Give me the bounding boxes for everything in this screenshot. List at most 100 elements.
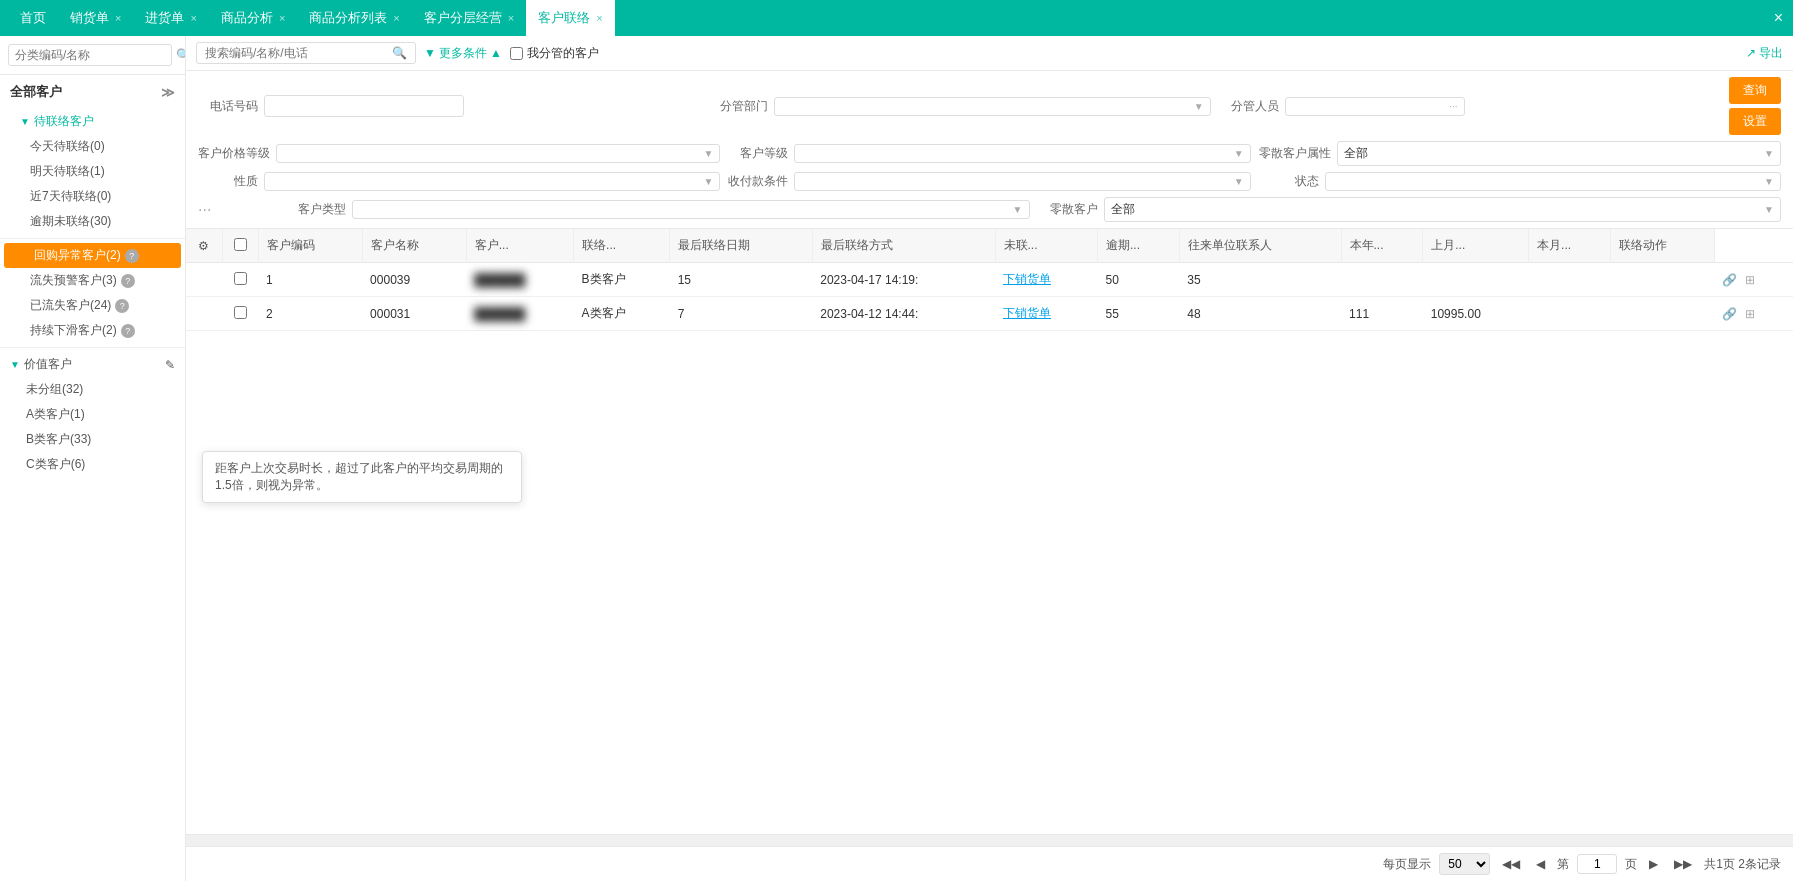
sidebar-already-lost[interactable]: 已流失客户(24) ? xyxy=(0,293,185,318)
nav-customer-layered-close[interactable]: × xyxy=(508,12,514,24)
person-select-arrow: ··· xyxy=(1449,101,1457,112)
row-checkbox-1[interactable] xyxy=(234,306,247,319)
nav-product-analysis[interactable]: 商品分析 × xyxy=(209,0,297,36)
filter-row-1: 电话号码 分管部门 ▼ 分管人员 ··· xyxy=(198,77,1781,135)
th-this-month: 本月... xyxy=(1529,229,1611,263)
th-settings[interactable]: ⚙ xyxy=(186,229,222,263)
filter-price-grade-select[interactable]: ▼ xyxy=(276,144,720,163)
sidebar-search-icon[interactable]: 🔍 xyxy=(176,48,186,62)
action-grid-icon-1[interactable]: ⊞ xyxy=(1745,307,1755,321)
filter-price-grade-label: 客户价格等级 xyxy=(198,145,270,162)
th-check xyxy=(222,229,258,263)
filter-customer-type-select[interactable]: ▼ xyxy=(352,200,1030,219)
row-uncontact-0: 50 xyxy=(1098,263,1180,297)
sidebar-tomorrow-pending[interactable]: 明天待联络(1) xyxy=(0,159,185,184)
nav-close-all-button[interactable]: × xyxy=(1774,9,1783,27)
more-dots-button[interactable]: ··· xyxy=(198,201,211,218)
per-page-select[interactable]: 50 20 100 xyxy=(1439,853,1490,875)
retail-attr-arrow: ▼ xyxy=(1764,148,1774,159)
row-last-contact-method-0[interactable]: 下销货单 xyxy=(995,263,1098,297)
sidebar-today-pending[interactable]: 今天待联络(0) xyxy=(0,134,185,159)
nav-sales[interactable]: 销货单 × xyxy=(58,0,133,36)
main-search-input[interactable] xyxy=(205,46,392,60)
nav-customer-contact-close[interactable]: × xyxy=(596,12,602,24)
nav-home[interactable]: 首页 xyxy=(8,0,58,36)
row-last-contact-date-0: 2023-04-17 14:19: xyxy=(812,263,995,297)
action-link-icon-1[interactable]: 🔗 xyxy=(1722,307,1737,321)
horizontal-scrollbar[interactable] xyxy=(186,834,1793,846)
filter-arrow-icon: ▲ xyxy=(490,46,502,60)
nav-purchase-close[interactable]: × xyxy=(190,12,196,24)
sidebar-c-class[interactable]: C类客户(6) xyxy=(0,452,185,477)
filter-price-grade: 客户价格等级 ▼ xyxy=(198,144,720,163)
sidebar-collapse-icon[interactable]: ≫ xyxy=(161,85,175,100)
filter-more-dots: ··· xyxy=(198,201,278,219)
sidebar-all-customers[interactable]: 全部客户 ≫ xyxy=(0,75,185,109)
filter-status-select[interactable]: ▼ xyxy=(1325,172,1781,191)
query-button[interactable]: 查询 xyxy=(1729,77,1781,104)
my-customer-checkbox[interactable] xyxy=(510,47,523,60)
filter-dept-select[interactable]: ▼ xyxy=(774,97,1210,116)
filter-retail-select[interactable]: 全部 ▼ xyxy=(1104,197,1782,222)
row-this-year-0 xyxy=(1423,263,1529,297)
export-button[interactable]: ↗ 导出 xyxy=(1746,45,1783,62)
sidebar-ungraded[interactable]: 未分组(32) xyxy=(0,377,185,402)
nav-customer-contact[interactable]: 客户联络 × xyxy=(526,0,614,36)
sidebar-7days-pending[interactable]: 近7天待联络(0) xyxy=(0,184,185,209)
nav-purchase[interactable]: 进货单 × xyxy=(133,0,208,36)
nav-product-analysis-close[interactable]: × xyxy=(279,12,285,24)
sidebar-divider-2 xyxy=(0,347,185,348)
sidebar-persistent-down[interactable]: 持续下滑客户(2) ? xyxy=(0,318,185,343)
row-type-0: B类客户 xyxy=(574,263,670,297)
filter-payment-label: 收付款条件 xyxy=(728,173,788,190)
my-customer-checkbox-label[interactable]: 我分管的客户 xyxy=(510,45,599,62)
filter-retail-attr: 零散客户属性 全部 ▼ xyxy=(1259,141,1781,166)
sidebar-lost-warning[interactable]: 流失预警客户(3) ? xyxy=(0,268,185,293)
sidebar-b-class[interactable]: B类客户(33) xyxy=(0,427,185,452)
filter-phone-label: 电话号码 xyxy=(198,98,258,115)
filter-retail-attr-select[interactable]: 全部 ▼ xyxy=(1337,141,1781,166)
page-number-input[interactable] xyxy=(1577,854,1617,874)
sidebar-a-class[interactable]: A类客户(1) xyxy=(0,402,185,427)
filter-retail: 零散客户 全部 ▼ xyxy=(1038,197,1782,222)
filter-payment-select[interactable]: ▼ xyxy=(794,172,1250,191)
value-edit-icon[interactable]: ✎ xyxy=(165,358,175,372)
first-page-button[interactable]: ◀◀ xyxy=(1498,855,1524,873)
per-page-label: 每页显示 xyxy=(1383,856,1431,873)
row-action-1[interactable]: 🔗 ⊞ xyxy=(1714,297,1793,331)
filter-gender: 性质 ▼ xyxy=(198,172,720,191)
settings-button[interactable]: 设置 xyxy=(1729,108,1781,135)
row-action-0[interactable]: 🔗 ⊞ xyxy=(1714,263,1793,297)
toolbar-right: ↗ 导出 xyxy=(1746,45,1783,62)
filter-customer-grade-select[interactable]: ▼ xyxy=(794,144,1250,163)
top-nav: 首页 销货单 × 进货单 × 商品分析 × 商品分析列表 × 客户分层经营 × … xyxy=(0,0,1793,36)
nav-product-list-close[interactable]: × xyxy=(393,12,399,24)
last-page-button[interactable]: ▶▶ xyxy=(1670,855,1696,873)
sidebar-repurchase-abnormal[interactable]: 回购异常客户(2) ? xyxy=(4,243,181,268)
row-checkbox-0[interactable] xyxy=(234,272,247,285)
more-filter-button[interactable]: ▼ 更多条件 ▲ xyxy=(424,45,502,62)
nav-sales-close[interactable]: × xyxy=(115,12,121,24)
row-code-1: 000031 xyxy=(362,297,466,331)
filter-gender-select[interactable]: ▼ xyxy=(264,172,720,191)
action-grid-icon-0[interactable]: ⊞ xyxy=(1745,273,1755,287)
sidebar-search-input[interactable] xyxy=(8,44,172,66)
sidebar: 🔍 全部客户 ≫ ▼ 待联络客户 今天待联络(0) 明天待联络(1) 近7天待联… xyxy=(0,36,186,881)
nav-product-list[interactable]: 商品分析列表 × xyxy=(297,0,411,36)
row-last-contact-method-1[interactable]: 下销货单 xyxy=(995,297,1098,331)
th-this-year: 本年... xyxy=(1341,229,1423,263)
next-page-button[interactable]: ▶ xyxy=(1645,855,1662,873)
filter-phone-input[interactable] xyxy=(264,95,464,117)
row-check-0 xyxy=(222,263,258,297)
prev-page-button[interactable]: ◀ xyxy=(1532,855,1549,873)
nav-customer-layered[interactable]: 客户分层经营 × xyxy=(412,0,526,36)
filter-person-select[interactable]: ··· xyxy=(1285,97,1465,116)
th-last-contact-date: 最后联络日期 xyxy=(670,229,813,263)
select-all-checkbox[interactable] xyxy=(234,238,247,251)
sidebar-overdue-pending[interactable]: 逾期未联络(30) xyxy=(0,209,185,234)
filter-dept-label: 分管部门 xyxy=(708,98,768,115)
main-search-icon[interactable]: 🔍 xyxy=(392,46,407,60)
table-header-row: ⚙ 客户编码 客户名称 客户... 联络... 最后联络日期 最后联络方式 未联… xyxy=(186,229,1793,263)
action-link-icon-0[interactable]: 🔗 xyxy=(1722,273,1737,287)
sidebar-value-customer-section: ▼ 价值客户 ✎ xyxy=(0,352,185,377)
